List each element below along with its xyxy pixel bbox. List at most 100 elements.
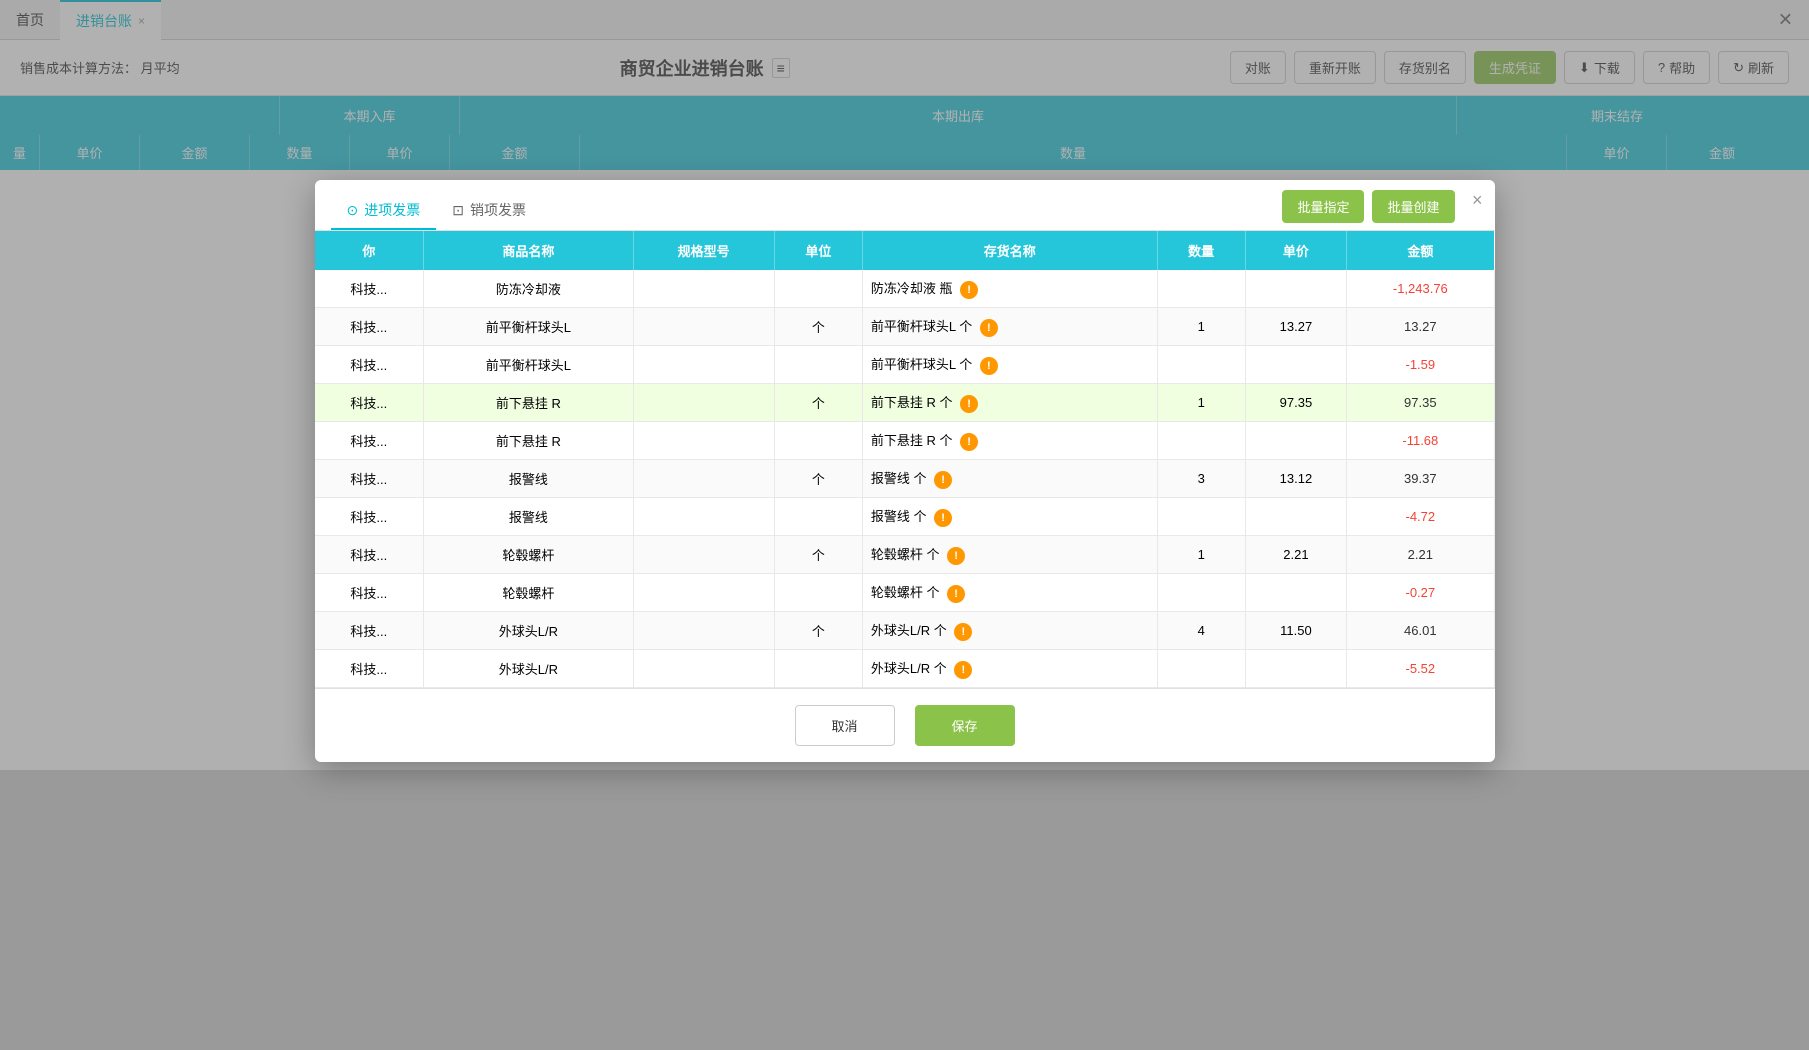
cell-unit: 个: [774, 612, 862, 650]
cell-id: 科技...: [315, 460, 424, 498]
cell-price: [1245, 270, 1346, 308]
cell-qty: 1: [1157, 536, 1245, 574]
cell-name: 防冻冷却液: [424, 270, 633, 308]
table-row: 科技... 轮毂螺杆 轮毂螺杆 个 ! -0.27: [315, 574, 1495, 612]
col-header-price: 单价: [1245, 231, 1346, 270]
table-row: 科技... 外球头L/R 个 外球头L/R 个 ! 4 11.50 46.01: [315, 612, 1495, 650]
table-row: 科技... 前平衡杆球头L 前平衡杆球头L 个 ! -1.59: [315, 346, 1495, 384]
cancel-button[interactable]: 取消: [795, 705, 895, 746]
modal-header: ⊙ 进项发票 ⊡ 销项发票 批量指定 批量创建 ×: [315, 180, 1495, 231]
cell-unit: 个: [774, 460, 862, 498]
cell-id: 科技...: [315, 308, 424, 346]
cell-unit: [774, 498, 862, 536]
cell-qty: [1157, 498, 1245, 536]
table-row: 科技... 报警线 个 报警线 个 ! 3 13.12 39.37: [315, 460, 1495, 498]
cell-spec: [633, 650, 774, 688]
cell-qty: 1: [1157, 308, 1245, 346]
warning-icon: !: [947, 547, 965, 565]
cell-qty: [1157, 650, 1245, 688]
cell-spec: [633, 612, 774, 650]
warning-icon: !: [980, 357, 998, 375]
cell-name: 轮毂螺杆: [424, 574, 633, 612]
cell-name: 前平衡杆球头L: [424, 308, 633, 346]
cell-id: 科技...: [315, 536, 424, 574]
warning-icon: !: [934, 471, 952, 489]
cell-spec: [633, 270, 774, 308]
cell-amount: 97.35: [1347, 384, 1494, 422]
table-row: 科技... 前下悬挂 R 个 前下悬挂 R 个 ! 1 97.35 97.35: [315, 384, 1495, 422]
cell-spec: [633, 422, 774, 460]
cell-id: 科技...: [315, 498, 424, 536]
table-row: 科技... 报警线 报警线 个 ! -4.72: [315, 498, 1495, 536]
cell-unit: 个: [774, 384, 862, 422]
col-header-name: 商品名称: [424, 231, 633, 270]
tab-outgoing-invoice[interactable]: ⊡ 销项发票: [436, 192, 542, 230]
cell-name: 前平衡杆球头L: [424, 346, 633, 384]
cell-name: 轮毂螺杆: [424, 536, 633, 574]
cell-id: 科技...: [315, 574, 424, 612]
cell-price: 13.27: [1245, 308, 1346, 346]
cell-inventory: 外球头L/R 个 !: [862, 612, 1157, 650]
cell-amount: -4.72: [1347, 498, 1494, 536]
cell-price: 97.35: [1245, 384, 1346, 422]
cell-inventory: 防冻冷却液 瓶 !: [862, 270, 1157, 308]
modal-close-button[interactable]: ×: [1472, 190, 1483, 211]
cell-amount: 13.27: [1347, 308, 1494, 346]
modal-body: 你 商品名称 规格型号 单位 存货名称 数量 单价 金额 科技... 防冻冷却液…: [315, 231, 1495, 688]
cell-price: 11.50: [1245, 612, 1346, 650]
batch-create-button[interactable]: 批量创建: [1372, 190, 1454, 223]
table-row: 科技... 前平衡杆球头L 个 前平衡杆球头L 个 ! 1 13.27 13.2…: [315, 308, 1495, 346]
cell-spec: [633, 346, 774, 384]
cell-unit: [774, 270, 862, 308]
cell-id: 科技...: [315, 650, 424, 688]
cell-inventory: 前下悬挂 R 个 !: [862, 384, 1157, 422]
cell-id: 科技...: [315, 422, 424, 460]
table-header-row: 你 商品名称 规格型号 单位 存货名称 数量 单价 金额: [315, 231, 1495, 270]
cell-name: 前下悬挂 R: [424, 422, 633, 460]
cell-id: 科技...: [315, 346, 424, 384]
save-button[interactable]: 保存: [915, 705, 1015, 746]
cell-price: [1245, 346, 1346, 384]
batch-assign-button[interactable]: 批量指定: [1282, 190, 1364, 223]
warning-icon: !: [960, 395, 978, 413]
col-header-inventory: 存货名称: [862, 231, 1157, 270]
cell-qty: 1: [1157, 384, 1245, 422]
cell-qty: [1157, 422, 1245, 460]
cell-spec: [633, 384, 774, 422]
modal-footer: 取消 保存: [315, 688, 1495, 762]
cell-name: 外球头L/R: [424, 650, 633, 688]
cell-qty: [1157, 346, 1245, 384]
warning-icon: !: [960, 433, 978, 451]
cell-unit: [774, 346, 862, 384]
cell-inventory: 外球头L/R 个 !: [862, 650, 1157, 688]
cell-inventory: 前平衡杆球头L 个 !: [862, 308, 1157, 346]
cell-id: 科技...: [315, 612, 424, 650]
cell-spec: [633, 498, 774, 536]
cell-qty: 3: [1157, 460, 1245, 498]
cell-amount: -11.68: [1347, 422, 1494, 460]
invoice-modal: ⊙ 进项发票 ⊡ 销项发票 批量指定 批量创建 × 你 商品名称 规格型号 单位…: [315, 180, 1495, 762]
cell-unit: [774, 422, 862, 460]
cell-inventory: 报警线 个 !: [862, 498, 1157, 536]
warning-icon: !: [960, 281, 978, 299]
cell-spec: [633, 574, 774, 612]
tab-incoming-invoice[interactable]: ⊙ 进项发票: [331, 192, 437, 230]
table-row: 科技... 前下悬挂 R 前下悬挂 R 个 ! -11.68: [315, 422, 1495, 460]
cell-name: 前下悬挂 R: [424, 384, 633, 422]
cell-unit: [774, 574, 862, 612]
cell-name: 报警线: [424, 498, 633, 536]
invoice-table: 你 商品名称 规格型号 单位 存货名称 数量 单价 金额 科技... 防冻冷却液…: [315, 231, 1495, 688]
cell-amount: -5.52: [1347, 650, 1494, 688]
cell-price: [1245, 422, 1346, 460]
cell-inventory: 报警线 个 !: [862, 460, 1157, 498]
cell-amount: -0.27: [1347, 574, 1494, 612]
outgoing-icon: ⊡: [452, 202, 464, 219]
col-header-amount: 金额: [1347, 231, 1494, 270]
cell-amount: -1.59: [1347, 346, 1494, 384]
cell-amount: 39.37: [1347, 460, 1494, 498]
cell-spec: [633, 308, 774, 346]
cell-price: [1245, 650, 1346, 688]
col-header-qty: 数量: [1157, 231, 1245, 270]
warning-icon: !: [934, 509, 952, 527]
cell-name: 报警线: [424, 460, 633, 498]
